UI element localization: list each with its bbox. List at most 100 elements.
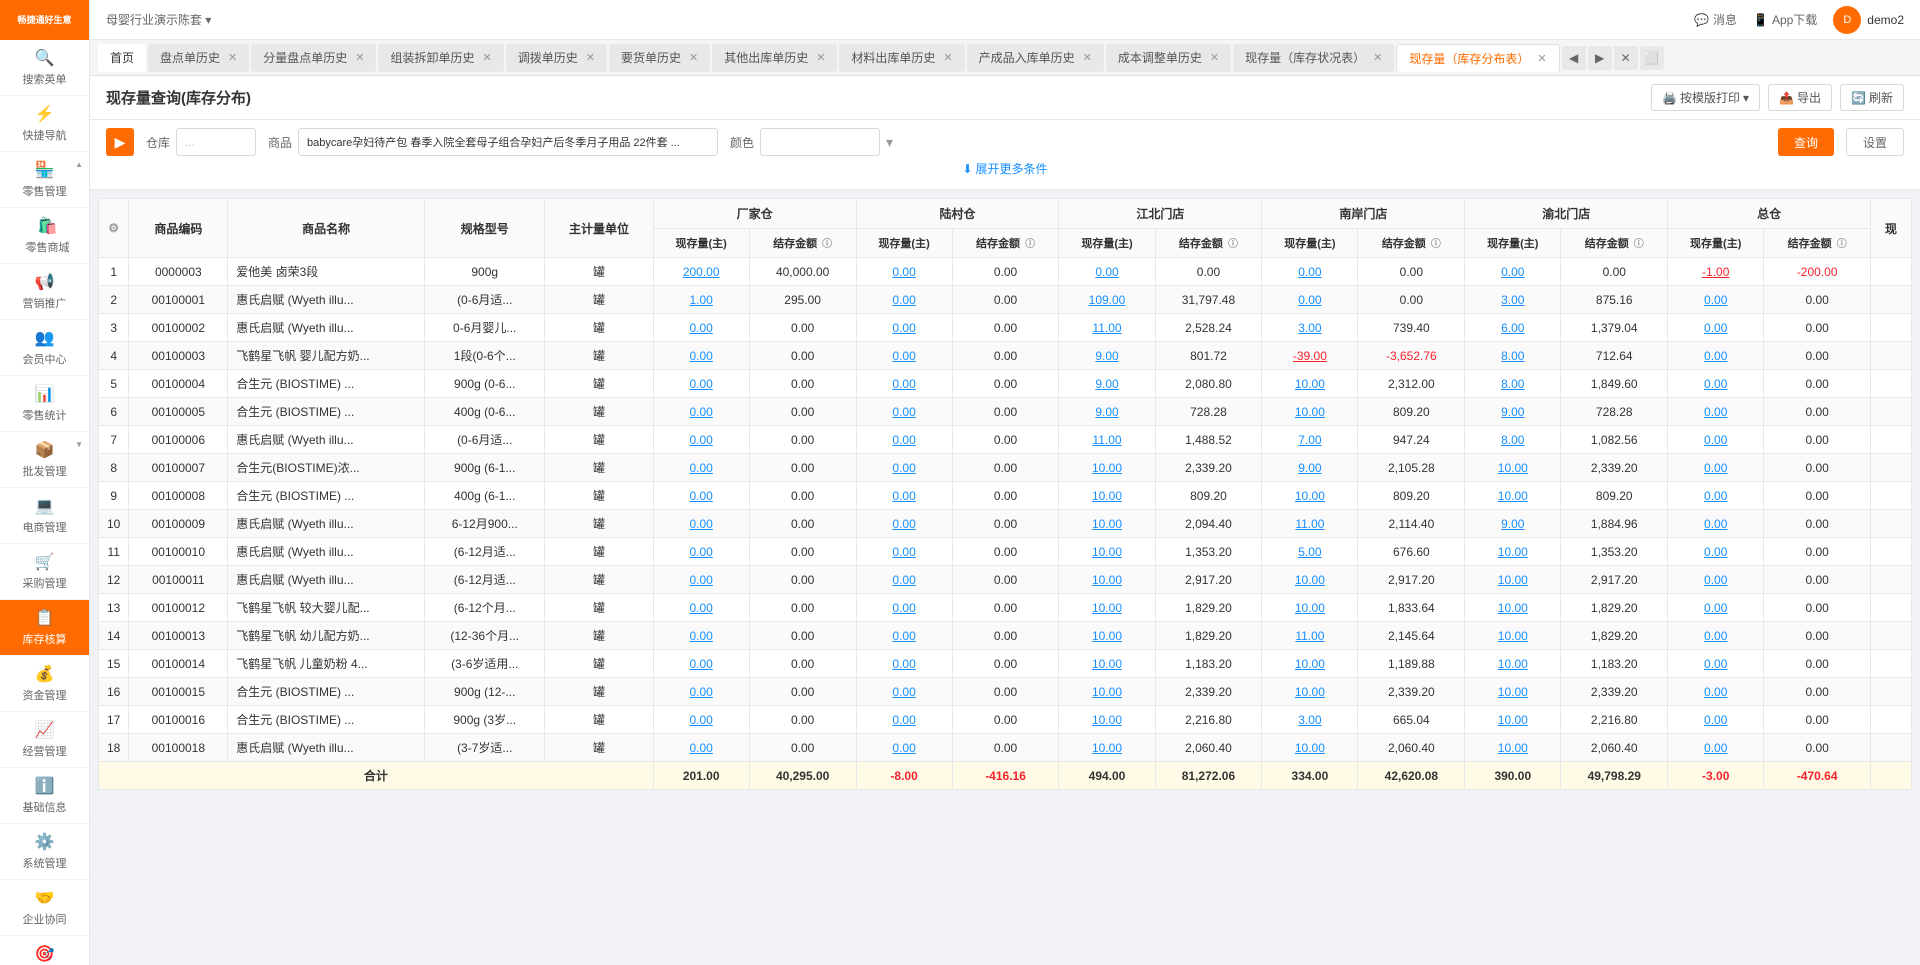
row-yubei-qty[interactable]: 10.00 — [1465, 734, 1561, 762]
row-factory-qty[interactable]: 0.00 — [653, 594, 749, 622]
row-jiangbei-qty[interactable]: 10.00 — [1059, 510, 1155, 538]
app-download-btn[interactable]: 📱 App下载 — [1753, 11, 1817, 28]
row-lu-qty[interactable]: 0.00 — [856, 566, 952, 594]
row-jiangbei-qty[interactable]: 9.00 — [1059, 370, 1155, 398]
sidebar-item-wholesale[interactable]: 📦 批发管理 ▼ — [0, 432, 89, 488]
row-yubei-qty[interactable]: 8.00 — [1465, 342, 1561, 370]
row-total-qty[interactable]: 0.00 — [1668, 314, 1764, 342]
row-total-qty[interactable]: 0.00 — [1668, 482, 1764, 510]
row-nanan-qty[interactable]: 0.00 — [1262, 286, 1358, 314]
row-nanan-qty[interactable]: 11.00 — [1262, 622, 1358, 650]
row-lu-qty[interactable]: 0.00 — [856, 314, 952, 342]
row-lu-qty[interactable]: 0.00 — [856, 454, 952, 482]
row-jiangbei-qty[interactable]: 10.00 — [1059, 622, 1155, 650]
row-yubei-qty[interactable]: 10.00 — [1465, 566, 1561, 594]
row-factory-qty[interactable]: 0.00 — [653, 370, 749, 398]
row-total-qty[interactable]: 0.00 — [1668, 734, 1764, 762]
row-jiangbei-qty[interactable]: 109.00 — [1059, 286, 1155, 314]
row-total-qty[interactable]: 0.00 — [1668, 342, 1764, 370]
tab-stock-dist[interactable]: 现存量（库存分布表） ✕ — [1396, 44, 1559, 72]
gear-settings-icon[interactable]: ⚙ — [108, 221, 119, 235]
row-nanan-qty[interactable]: 3.00 — [1262, 706, 1358, 734]
info-icon[interactable]: ⓘ — [1431, 239, 1441, 250]
row-yubei-qty[interactable]: 10.00 — [1465, 454, 1561, 482]
row-total-qty[interactable]: 0.00 — [1668, 594, 1764, 622]
sidebar-item-basic[interactable]: ℹ️ 基础信息 — [0, 768, 89, 824]
sidebar-item-collab[interactable]: 🤝 企业协同 — [0, 880, 89, 936]
info-icon[interactable]: ⓘ — [1025, 239, 1035, 250]
message-btn[interactable]: 💬 消息 — [1694, 11, 1737, 28]
row-jiangbei-qty[interactable]: 10.00 — [1059, 706, 1155, 734]
row-total-qty[interactable]: 0.00 — [1668, 678, 1764, 706]
row-yubei-qty[interactable]: 3.00 — [1465, 286, 1561, 314]
sidebar-item-mall[interactable]: 🛍️ 零售商城 — [0, 208, 89, 264]
row-lu-qty[interactable]: 0.00 — [856, 594, 952, 622]
tab-other-out[interactable]: 其他出库单历史 ✕ — [712, 44, 837, 72]
row-nanan-qty[interactable]: 10.00 — [1262, 594, 1358, 622]
row-jiangbei-qty[interactable]: 9.00 — [1059, 398, 1155, 426]
warehouse-input[interactable] — [176, 128, 256, 156]
industry-selector[interactable]: 母婴行业演示陈套 ▾ — [106, 11, 211, 28]
row-factory-qty[interactable]: 0.00 — [653, 538, 749, 566]
row-nanan-qty[interactable]: 10.00 — [1262, 482, 1358, 510]
sidebar-item-ecommerce[interactable]: 💻 电商管理 — [0, 488, 89, 544]
export-btn[interactable]: 📤 导出 — [1768, 84, 1832, 111]
sidebar-item-system[interactable]: ⚙️ 系统管理 — [0, 824, 89, 880]
row-total-qty[interactable]: 0.00 — [1668, 650, 1764, 678]
row-nanan-qty[interactable]: 10.00 — [1262, 370, 1358, 398]
tab-close-icon[interactable]: ✕ — [1210, 51, 1219, 64]
row-factory-qty[interactable]: 0.00 — [653, 678, 749, 706]
row-factory-qty[interactable]: 0.00 — [653, 734, 749, 762]
row-total-qty[interactable]: 0.00 — [1668, 566, 1764, 594]
row-lu-qty[interactable]: 0.00 — [856, 286, 952, 314]
goods-input[interactable] — [298, 128, 718, 156]
row-lu-qty[interactable]: 0.00 — [856, 370, 952, 398]
expand-more-btn[interactable]: ⬇ 展开更多条件 — [962, 160, 1047, 177]
row-nanan-qty[interactable]: 5.00 — [1262, 538, 1358, 566]
row-nanan-qty[interactable]: 10.00 — [1262, 398, 1358, 426]
tab-close-icon[interactable]: ✕ — [1537, 52, 1546, 65]
color-dropdown-icon[interactable]: ▾ — [886, 134, 893, 151]
row-jiangbei-qty[interactable]: 0.00 — [1059, 258, 1155, 286]
row-jiangbei-qty[interactable]: 10.00 — [1059, 538, 1155, 566]
row-jiangbei-qty[interactable]: 10.00 — [1059, 678, 1155, 706]
row-total-qty[interactable]: 0.00 — [1668, 426, 1764, 454]
sidebar-item-guide[interactable]: 🎯 新手引导 — [0, 936, 89, 965]
row-yubei-qty[interactable]: 10.00 — [1465, 482, 1561, 510]
sidebar-item-operations[interactable]: 📈 经营管理 — [0, 712, 89, 768]
tab-home[interactable]: 首页 — [98, 44, 146, 72]
row-factory-qty[interactable]: 0.00 — [653, 398, 749, 426]
row-factory-qty[interactable]: 0.00 — [653, 566, 749, 594]
row-factory-qty[interactable]: 0.00 — [653, 454, 749, 482]
query-btn[interactable]: 查询 — [1778, 128, 1834, 156]
tab-stocktake[interactable]: 盘点单历史 ✕ — [148, 44, 249, 72]
row-jiangbei-qty[interactable]: 11.00 — [1059, 314, 1155, 342]
row-jiangbei-qty[interactable]: 10.00 — [1059, 734, 1155, 762]
color-input[interactable] — [760, 128, 880, 156]
row-nanan-qty[interactable]: 10.00 — [1262, 566, 1358, 594]
info-icon[interactable]: ⓘ — [1634, 239, 1644, 250]
row-yubei-qty[interactable]: 8.00 — [1465, 370, 1561, 398]
row-yubei-qty[interactable]: 10.00 — [1465, 538, 1561, 566]
row-jiangbei-qty[interactable]: 11.00 — [1059, 426, 1155, 454]
row-total-qty[interactable]: 0.00 — [1668, 454, 1764, 482]
tab-close-icon[interactable]: ✕ — [586, 51, 595, 64]
row-yubei-qty[interactable]: 9.00 — [1465, 510, 1561, 538]
row-factory-qty[interactable]: 0.00 — [653, 314, 749, 342]
row-lu-qty[interactable]: 0.00 — [856, 426, 952, 454]
row-lu-qty[interactable]: 0.00 — [856, 734, 952, 762]
info-icon[interactable]: ⓘ — [822, 239, 832, 250]
row-yubei-qty[interactable]: 10.00 — [1465, 706, 1561, 734]
tab-material-out[interactable]: 材料出库单历史 ✕ — [839, 44, 964, 72]
row-total-qty[interactable]: 0.00 — [1668, 538, 1764, 566]
row-yubei-qty[interactable]: 6.00 — [1465, 314, 1561, 342]
print-btn[interactable]: 🖨️ 按模版打印 ▾ — [1651, 84, 1760, 111]
sidebar-item-retailstat[interactable]: 📊 零售统计 — [0, 376, 89, 432]
setting-btn[interactable]: 设置 — [1846, 128, 1904, 156]
row-lu-qty[interactable]: 0.00 — [856, 482, 952, 510]
tab-cost-adjust[interactable]: 成本调整单历史 ✕ — [1106, 44, 1231, 72]
row-total-qty[interactable]: 0.00 — [1668, 706, 1764, 734]
row-yubei-qty[interactable]: 0.00 — [1465, 258, 1561, 286]
sidebar-item-search[interactable]: 🔍 搜索英单 — [0, 40, 89, 96]
tab-close-icon[interactable]: ✕ — [1373, 51, 1382, 64]
